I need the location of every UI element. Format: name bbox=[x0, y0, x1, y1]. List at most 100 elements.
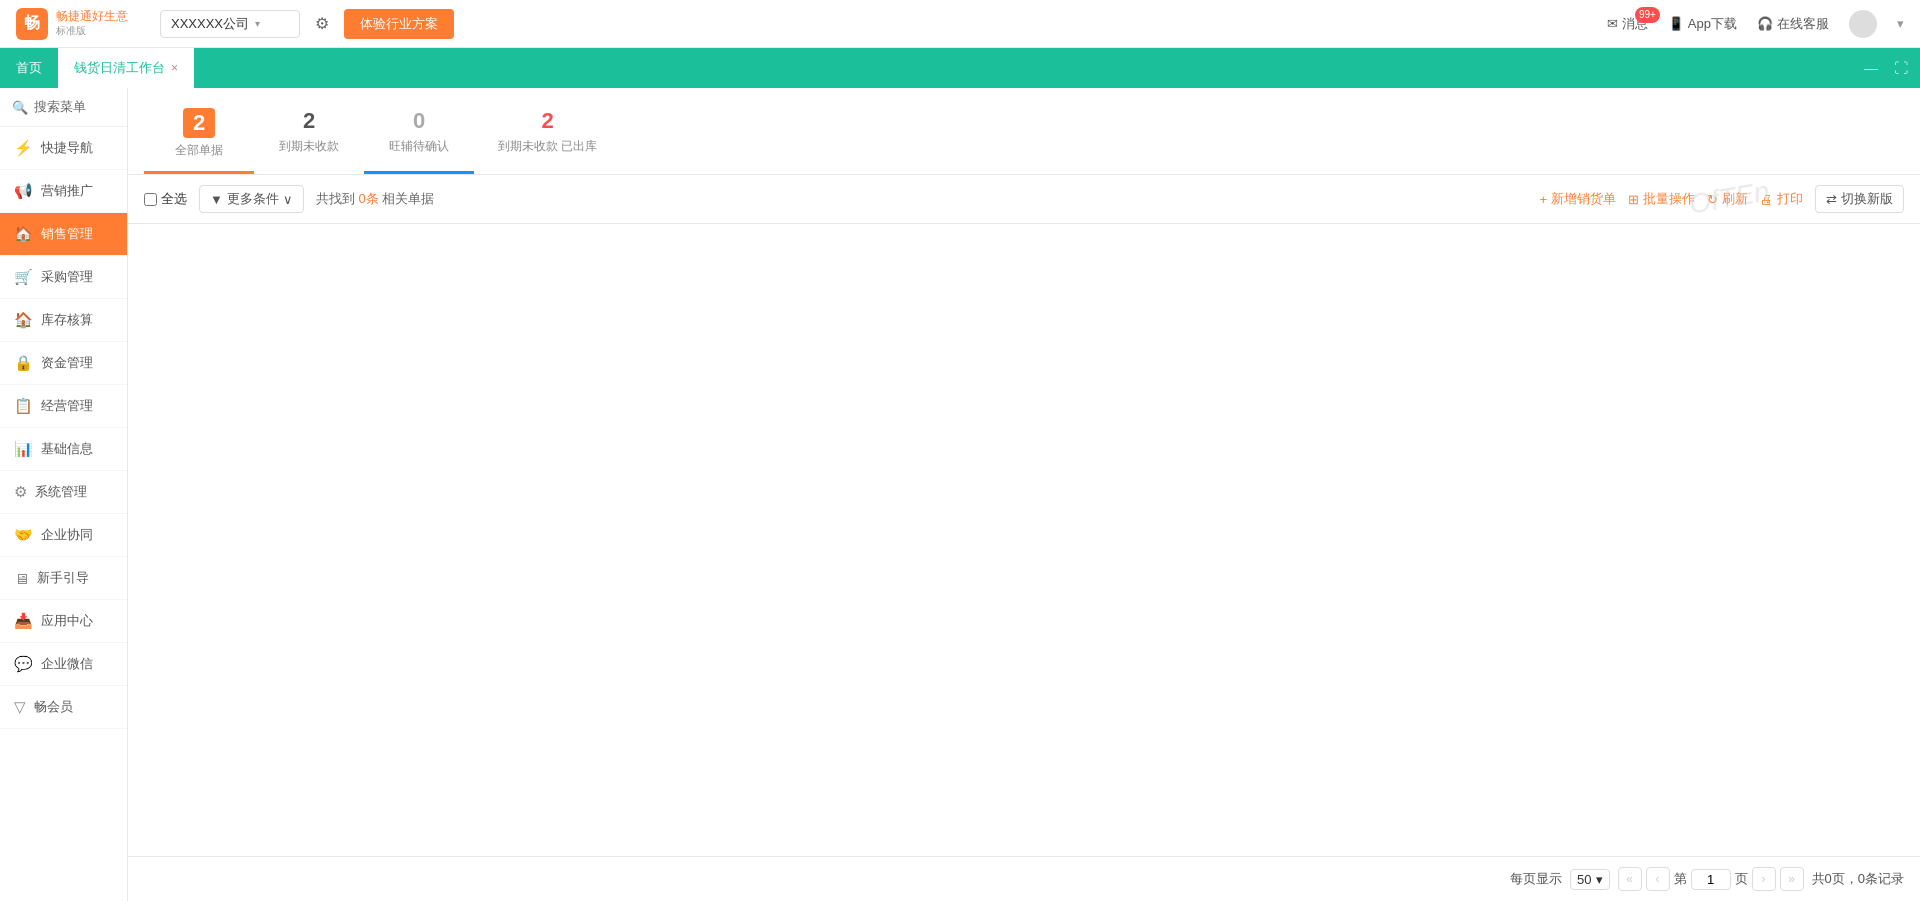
add-icon: + bbox=[1539, 192, 1547, 207]
logo-sub: 标准版 bbox=[56, 24, 128, 38]
app-download-button[interactable]: 📱 App下载 bbox=[1668, 15, 1737, 33]
stat-all-label: 全部单据 bbox=[168, 142, 230, 159]
next-page-button[interactable]: › bbox=[1752, 867, 1776, 891]
select-all-input[interactable] bbox=[144, 193, 157, 206]
table-area bbox=[128, 224, 1920, 856]
sidebar-item-operation[interactable]: 📋 经营管理 bbox=[0, 385, 127, 428]
sidebar: 🔍 搜索菜单 ⚡ 快捷导航 📢 营销推广 🏠 销售管理 🛒 采购管理 🏠 库存核… bbox=[0, 88, 128, 901]
sidebar-item-inventory[interactable]: 🏠 库存核算 bbox=[0, 299, 127, 342]
sales-icon: 🏠 bbox=[14, 225, 33, 243]
chevron-down-icon: ▾ bbox=[255, 18, 260, 29]
basic-info-icon: 📊 bbox=[14, 440, 33, 458]
settings-button[interactable]: ⚙ bbox=[308, 10, 336, 38]
sidebar-item-member[interactable]: ▽ 畅会员 bbox=[0, 686, 127, 729]
main-layout: 🔍 搜索菜单 ⚡ 快捷导航 📢 营销推广 🏠 销售管理 🛒 采购管理 🏠 库存核… bbox=[0, 88, 1920, 901]
stat-pending-number: 0 bbox=[388, 108, 450, 134]
finance-icon: 🔒 bbox=[14, 354, 33, 372]
page-navigation: « ‹ 第 页 › » bbox=[1618, 867, 1804, 891]
purchase-icon: 🛒 bbox=[14, 268, 33, 286]
page-input[interactable] bbox=[1691, 869, 1731, 890]
sidebar-item-app-center[interactable]: 📥 应用中心 bbox=[0, 600, 127, 643]
sidebar-item-quick-nav[interactable]: ⚡ 快捷导航 bbox=[0, 127, 127, 170]
messages-button[interactable]: ✉ 消息 99+ bbox=[1607, 15, 1648, 33]
sidebar-item-sales[interactable]: 🏠 销售管理 bbox=[0, 213, 127, 256]
prev-page-button[interactable]: ‹ bbox=[1646, 867, 1670, 891]
tab-work-bench-label: 钱货日清工作台 bbox=[74, 59, 165, 77]
cooperation-icon: 🤝 bbox=[14, 526, 33, 544]
page-total: 共0页，0条记录 bbox=[1812, 870, 1904, 888]
per-page-select[interactable]: 50 ▾ bbox=[1570, 869, 1609, 890]
batch-icon: ⊞ bbox=[1628, 192, 1639, 207]
stat-overdue-label: 到期未收款 bbox=[278, 138, 340, 155]
refresh-button[interactable]: ↻ 刷新 bbox=[1707, 190, 1748, 208]
switch-label: 切换新版 bbox=[1841, 190, 1893, 208]
select-all-checkbox[interactable]: 全选 bbox=[144, 190, 187, 208]
sidebar-item-label: 销售管理 bbox=[41, 225, 93, 243]
sidebar-item-cooperation[interactable]: 🤝 企业协同 bbox=[0, 514, 127, 557]
print-label: 打印 bbox=[1777, 190, 1803, 208]
batch-operation-button[interactable]: ⊞ 批量操作 bbox=[1628, 190, 1695, 208]
sidebar-item-label: 企业微信 bbox=[41, 655, 93, 673]
filter-icon: ▼ bbox=[210, 192, 223, 207]
add-sale-button[interactable]: + 新增销货单 bbox=[1539, 190, 1616, 208]
online-service-button[interactable]: 🎧 在线客服 bbox=[1757, 15, 1829, 33]
stat-tab-pending[interactable]: 0 旺辅待确认 bbox=[364, 100, 474, 174]
tab-minimize-icon[interactable]: — bbox=[1860, 56, 1882, 80]
stat-shipped-label: 到期未收款 已出库 bbox=[498, 138, 597, 155]
header-right: ✉ 消息 99+ 📱 App下载 🎧 在线客服 ▾ bbox=[1607, 10, 1904, 38]
company-selector[interactable]: XXXXXX公司 ▾ bbox=[160, 10, 300, 38]
logo-icon: 畅 bbox=[16, 8, 48, 40]
page-label: 第 bbox=[1674, 870, 1687, 888]
print-icon: 🖨 bbox=[1760, 192, 1773, 207]
user-name[interactable]: ▾ bbox=[1897, 16, 1904, 31]
sidebar-item-enterprise-wechat[interactable]: 💬 企业微信 bbox=[0, 643, 127, 686]
tab-maximize-icon[interactable]: ⛶ bbox=[1890, 56, 1912, 80]
sidebar-item-finance[interactable]: 🔒 资金管理 bbox=[0, 342, 127, 385]
avatar[interactable] bbox=[1849, 10, 1877, 38]
system-icon: ⚙ bbox=[14, 483, 27, 501]
refresh-icon: ↻ bbox=[1707, 192, 1718, 207]
company-name: XXXXXX公司 bbox=[171, 15, 249, 33]
found-prefix: 共找到 bbox=[316, 191, 355, 206]
sidebar-item-system[interactable]: ⚙ 系统管理 bbox=[0, 471, 127, 514]
tab-bar: 首页 钱货日清工作台 × — ⛶ bbox=[0, 48, 1920, 88]
stat-tab-all[interactable]: 2 全部单据 bbox=[144, 100, 254, 174]
per-page-label: 每页显示 bbox=[1510, 870, 1562, 888]
quick-nav-icon: ⚡ bbox=[14, 139, 33, 157]
toolbar-right: + 新增销货单 ⊞ 批量操作 ↻ 刷新 🖨 打印 ⇄ 切换新版 bbox=[1539, 185, 1904, 213]
sidebar-item-label: 应用中心 bbox=[41, 612, 93, 630]
print-button[interactable]: 🖨 打印 bbox=[1760, 190, 1803, 208]
last-page-button[interactable]: » bbox=[1780, 867, 1804, 891]
page-suffix: 页 bbox=[1735, 870, 1748, 888]
enterprise-wechat-icon: 💬 bbox=[14, 655, 33, 673]
tab-close-icon[interactable]: × bbox=[171, 61, 178, 75]
tab-work-bench[interactable]: 钱货日清工作台 × bbox=[58, 48, 194, 88]
tab-home[interactable]: 首页 bbox=[0, 48, 58, 88]
top-header: 畅 畅捷通好生意 标准版 XXXXXX公司 ▾ ⚙ 体验行业方案 ✉ 消息 99… bbox=[0, 0, 1920, 48]
sidebar-item-label: 新手引导 bbox=[37, 569, 89, 587]
select-all-label: 全选 bbox=[161, 190, 187, 208]
sidebar-item-label: 资金管理 bbox=[41, 354, 93, 372]
sidebar-search[interactable]: 🔍 搜索菜单 bbox=[0, 88, 127, 127]
trial-button[interactable]: 体验行业方案 bbox=[344, 9, 454, 39]
member-icon: ▽ bbox=[14, 698, 26, 716]
filter-button[interactable]: ▼ 更多条件 ∨ bbox=[199, 185, 304, 213]
sidebar-item-basic-info[interactable]: 📊 基础信息 bbox=[0, 428, 127, 471]
tab-home-label: 首页 bbox=[16, 59, 42, 77]
first-page-button[interactable]: « bbox=[1618, 867, 1642, 891]
found-suffix: 相关单据 bbox=[382, 191, 434, 206]
stat-tab-shipped[interactable]: 2 到期未收款 已出库 bbox=[474, 100, 621, 174]
sidebar-item-guide[interactable]: 🖥 新手引导 bbox=[0, 557, 127, 600]
per-page-value: 50 bbox=[1577, 872, 1591, 887]
search-icon: 🔍 bbox=[12, 100, 28, 115]
sidebar-item-label: 企业协同 bbox=[41, 526, 93, 544]
stat-tab-overdue[interactable]: 2 到期未收款 bbox=[254, 100, 364, 174]
switch-version-button[interactable]: ⇄ 切换新版 bbox=[1815, 185, 1904, 213]
sidebar-item-purchase[interactable]: 🛒 采购管理 bbox=[0, 256, 127, 299]
sidebar-item-marketing[interactable]: 📢 营销推广 bbox=[0, 170, 127, 213]
footer-pagination: 每页显示 50 ▾ « ‹ 第 页 › » 共0页，0条记录 bbox=[128, 856, 1920, 901]
operation-icon: 📋 bbox=[14, 397, 33, 415]
inventory-icon: 🏠 bbox=[14, 311, 33, 329]
stat-all-number: 2 bbox=[183, 108, 215, 138]
logo-area: 畅 畅捷通好生意 标准版 bbox=[16, 8, 144, 40]
